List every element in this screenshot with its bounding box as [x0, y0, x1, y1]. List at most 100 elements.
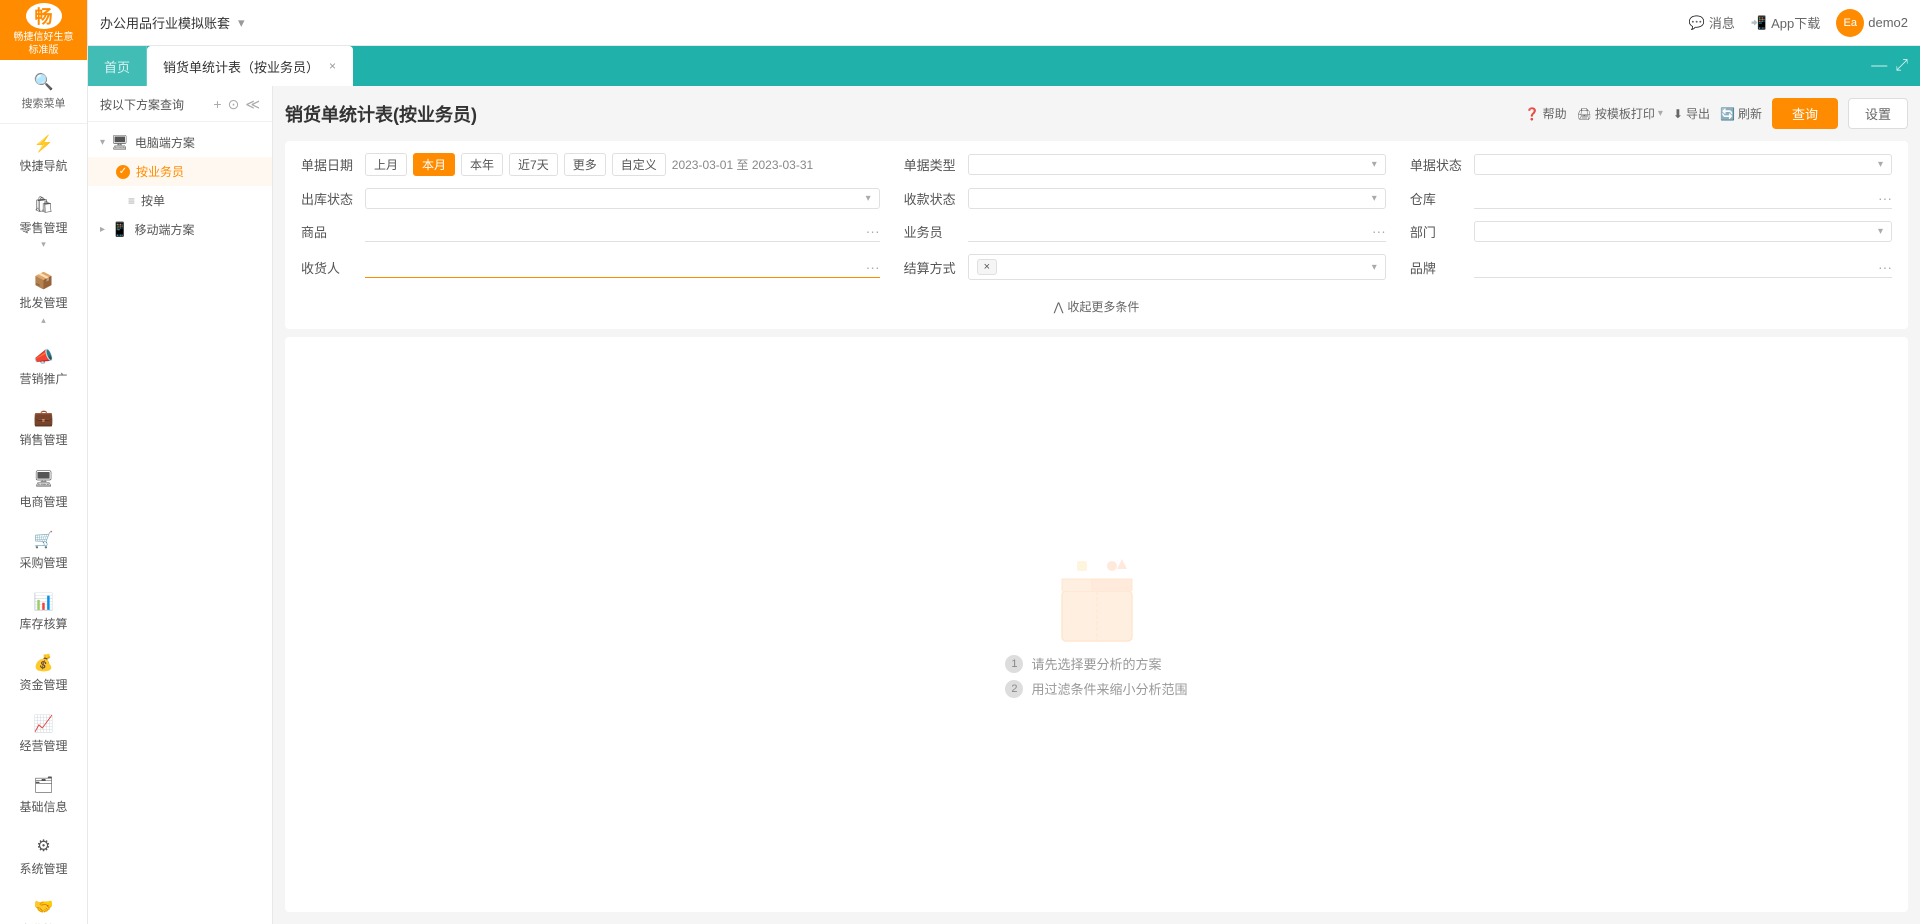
sidebar-item-yingxiao[interactable]: 📣 营销推广 [0, 337, 87, 398]
filter-item-department: 部门 ▾ [1410, 221, 1892, 242]
print-icon: 🖨 [1577, 107, 1592, 121]
nav-label-yingxiao: 营销推广 [19, 371, 67, 388]
nav-label-dianshang: 电商管理 [19, 494, 67, 511]
tab-minimize-button[interactable]: — [1871, 57, 1887, 75]
tree-item-mobile[interactable]: ▸ 📱 移动端方案 [88, 215, 272, 244]
nav-icon-kucun: 📊 [34, 592, 54, 614]
left-panel-title: 按以下方案查询 [100, 96, 184, 113]
receivestatus-select[interactable]: ▾ [968, 188, 1386, 209]
goods-dots[interactable]: ··· [866, 223, 880, 239]
date-btn-this-month[interactable]: 本月 [413, 153, 455, 176]
date-btn-custom[interactable]: 自定义 [612, 153, 666, 176]
left-panel-header: 按以下方案查询 + ⊙ ≪ [88, 86, 272, 122]
sidebar-item-zijin[interactable]: 💰 资金管理 [0, 643, 87, 704]
tab-maximize-button[interactable]: ⤢ [1895, 57, 1908, 75]
tab-close-button[interactable]: × [329, 59, 336, 73]
sidebar-item-caigou[interactable]: 🛒 采购管理 [0, 520, 87, 581]
tab-actions: — ⤢ [1871, 57, 1920, 75]
logo-icon: 畅 [26, 3, 62, 29]
print-arrow: ▾ [1658, 108, 1663, 119]
nav-label-xitong: 系统管理 [19, 861, 67, 878]
sidebar-item-jichu[interactable]: 🗂 基础信息 [0, 765, 87, 826]
filter-item-consignee: 收货人 ··· [301, 257, 880, 278]
tree-item-pc[interactable]: ▾ 🖥 电脑端方案 [88, 128, 272, 157]
goods-control: ··· [365, 221, 880, 242]
nav-label-pifa: 批发管理 [19, 295, 67, 312]
sidebar-item-xitong[interactable]: ⚙ 系统管理 [0, 826, 87, 887]
content-area: 按以下方案查询 + ⊙ ≪ ▾ 🖥 电脑端方案 ✓ 按业务员 ≡ [88, 86, 1920, 924]
tree-label-by-salesperson: 按业务员 [136, 163, 184, 180]
sidebar-item-kucun[interactable]: 📊 库存核算 [0, 582, 87, 643]
consignee-dots[interactable]: ··· [866, 259, 880, 275]
minimize-icon: — [1871, 57, 1887, 74]
sidebar-item-jingying[interactable]: 📈 经营管理 [0, 704, 87, 765]
tree-subitem-by-salesperson[interactable]: ✓ 按业务员 [88, 157, 272, 186]
sidebar-item-qiye[interactable]: 🤝 企业协同 [0, 887, 87, 924]
tab-active[interactable]: 销货单统计表（按业务员） × [147, 46, 353, 86]
settlement-select[interactable]: × ▾ [968, 254, 1386, 280]
doctype-select[interactable]: ▾ [968, 154, 1386, 175]
settings-button[interactable]: 设置 [1848, 98, 1908, 129]
brand-dots[interactable]: ··· [1878, 259, 1892, 275]
topbar-right: 💬 消息 📲 App下载 Ea demo2 [1689, 9, 1908, 37]
date-btn-more[interactable]: 更多 [564, 153, 606, 176]
settlement-tag-close[interactable]: × [984, 261, 990, 273]
empty-hint-1: 1 请先选择要分析的方案 [1005, 654, 1187, 673]
filter-item-date: 单据日期 上月 本月 本年 近7天 更多 自定义 2023-03-01 至 20… [301, 153, 880, 176]
empty-state-area: 1 请先选择要分析的方案 2 用过滤条件来缩小分析范围 [285, 337, 1908, 912]
export-link[interactable]: ⬇ 导出 [1673, 105, 1710, 122]
department-label: 部门 [1410, 222, 1466, 241]
nav-icon-xiaoshou: 💼 [34, 408, 54, 430]
help-link[interactable]: ❓ 帮助 [1525, 105, 1567, 122]
settings-scheme-button[interactable]: ⊙ [228, 96, 240, 113]
doctype-label: 单据类型 [904, 155, 960, 174]
message-button[interactable]: 💬 消息 [1689, 13, 1735, 32]
collapse-panel-button[interactable]: ≪ [245, 96, 260, 113]
filter-item-outstatus: 出库状态 ▾ [301, 188, 880, 209]
print-link[interactable]: 🖨 按模板打印 ▾ [1577, 105, 1663, 122]
consignee-control: ··· [365, 257, 880, 278]
search-icon: 🔍 [34, 72, 54, 92]
tree-subitem2-by-order[interactable]: ≡ 按单 [88, 186, 272, 215]
sidebar-item-pifa[interactable]: 📦 批发管理 ▴ [0, 261, 87, 337]
sidebar-item-xiaoshou[interactable]: 💼 销售管理 [0, 398, 87, 459]
date-btn-last-month[interactable]: 上月 [365, 153, 407, 176]
settlement-arrow: ▾ [1372, 262, 1377, 273]
nav-icon-xitong: ⚙ [36, 836, 50, 858]
collapse-filters-button[interactable]: ⋀ 收起更多条件 [301, 292, 1892, 317]
consignee-input[interactable] [365, 260, 862, 274]
message-icon: 💬 [1689, 15, 1705, 31]
sidebar-logo: 畅 畅捷信好生意 标准版 [0, 0, 87, 60]
query-button[interactable]: 查询 [1772, 98, 1838, 129]
sidebar-item-lingshou[interactable]: 🛍 零售管理 ▾ [0, 185, 87, 261]
tab-home[interactable]: 首页 [88, 46, 147, 86]
outstatus-select[interactable]: ▾ [365, 188, 880, 209]
sidebar-item-dianshang[interactable]: 🖥 电商管理 [0, 459, 87, 520]
search-label: 搜索菜单 [22, 95, 66, 111]
warehouse-dots[interactable]: ··· [1878, 190, 1892, 206]
nav-label-caigou: 采购管理 [19, 555, 67, 572]
user-profile-button[interactable]: Ea demo2 [1836, 9, 1908, 37]
refresh-link[interactable]: 🔄 刷新 [1720, 105, 1762, 122]
tree-icon-order: ≡ [128, 194, 135, 208]
nav-icon-jichu: 🗂 [33, 775, 53, 797]
sidebar-item-kuaijie[interactable]: ⚡ 快捷导航 [0, 124, 87, 185]
expand-arrow-pifa: ▴ [41, 314, 46, 327]
docstatus-select[interactable]: ▾ [1474, 154, 1892, 175]
app-title-dropdown[interactable]: ▾ [238, 15, 245, 31]
department-select[interactable]: ▾ [1474, 221, 1892, 242]
date-btn-last7[interactable]: 近7天 [509, 153, 558, 176]
date-btn-this-year[interactable]: 本年 [461, 153, 503, 176]
salesperson-dots[interactable]: ··· [1372, 223, 1386, 239]
salesperson-control: ··· [968, 221, 1386, 242]
search-menu-button[interactable]: 🔍 搜索菜单 [6, 66, 81, 117]
tree-toggle-pc: ▾ [100, 137, 105, 148]
brand-control: ··· [1474, 257, 1892, 278]
filter-row-1: 单据日期 上月 本月 本年 近7天 更多 自定义 2023-03-01 至 20… [301, 153, 1892, 176]
left-panel: 按以下方案查询 + ⊙ ≪ ▾ 🖥 电脑端方案 ✓ 按业务员 ≡ [88, 86, 273, 924]
app-download-label: App下载 [1771, 13, 1820, 32]
settlement-label: 结算方式 [904, 258, 960, 277]
add-scheme-button[interactable]: + [213, 96, 221, 113]
app-download-button[interactable]: 📲 App下载 [1751, 13, 1820, 32]
warehouse-label: 仓库 [1410, 189, 1466, 208]
